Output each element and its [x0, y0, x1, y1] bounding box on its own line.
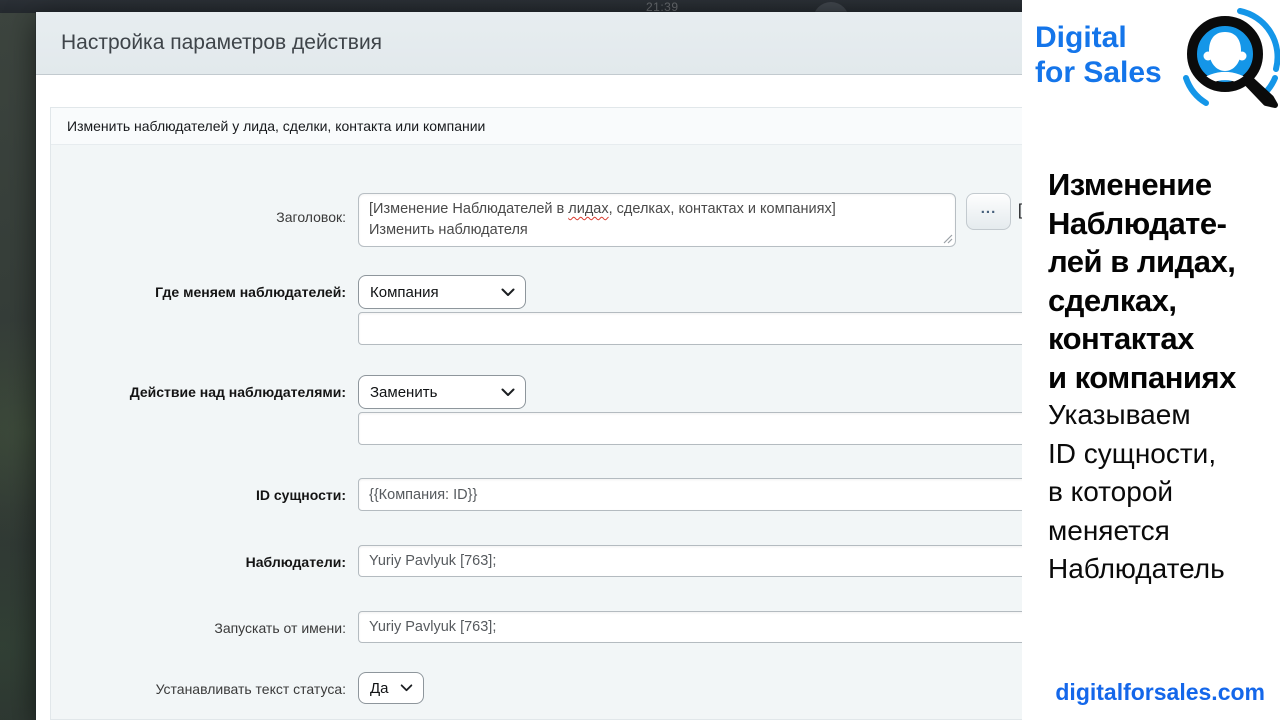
branding-sidebar: Digital for Sales Изменение: [1022, 0, 1280, 720]
heading-line: сделках,: [1048, 282, 1236, 321]
description-line: Указываем: [1048, 396, 1225, 435]
where-extra-input[interactable]: [358, 312, 1058, 345]
dialog-header: Настройка параметров действия: [36, 12, 1116, 75]
heading-line: контактах: [1048, 320, 1236, 359]
chevron-down-icon: [501, 388, 515, 397]
website-link[interactable]: digitalforsales.com: [1055, 679, 1265, 706]
form-row-where-extra: [51, 312, 1115, 345]
action-panel: Изменить наблюдателей у лида, сделки, ко…: [50, 107, 1116, 720]
title-line1-pre: [Изменение Наблюдателей в: [369, 201, 568, 217]
entity-id-input[interactable]: [358, 478, 1058, 511]
chevron-down-icon: [501, 288, 515, 297]
form-row-observers: Наблюдатели:: [51, 545, 1115, 577]
action-select[interactable]: Заменить: [358, 375, 526, 409]
brand-name: Digital for Sales: [1035, 20, 1162, 90]
status-text-select[interactable]: Да: [358, 672, 424, 704]
where-select[interactable]: Компания: [358, 275, 526, 309]
observers-input[interactable]: [358, 545, 1058, 577]
brand-line-2: for Sales: [1035, 55, 1162, 90]
description-line: Наблюдатель: [1048, 550, 1225, 589]
title-label: Заголовок:: [51, 193, 358, 226]
where-label: Где меняем наблюдателей:: [51, 275, 358, 301]
form-row-action-extra: [51, 412, 1115, 445]
action-settings-dialog: Настройка параметров действия Изменить н…: [36, 12, 1116, 720]
status-text-label: Устанавливать текст статуса:: [51, 672, 358, 698]
dialog-title: Настройка параметров действия: [61, 31, 382, 55]
run-as-input[interactable]: [358, 611, 1058, 643]
description-line: меняется: [1048, 512, 1225, 551]
title-textarea[interactable]: [Изменение Наблюдателей в лидах, сделках…: [358, 193, 956, 247]
description-line: ID сущности,: [1048, 435, 1225, 474]
form-row-where: Где меняем наблюдателей: Компания: [51, 275, 1115, 309]
brand-line-1: Digital: [1035, 20, 1162, 55]
form-row-entity-id: ID сущности:: [51, 478, 1115, 511]
heading-line: и компаниях: [1048, 359, 1236, 398]
status-text-select-value: Да: [370, 680, 389, 697]
panel-header-title: Изменить наблюдателей у лида, сделки, ко…: [67, 118, 485, 134]
form-row-action: Действие над наблюдателями: Заменить: [51, 375, 1115, 409]
heading-line: Наблюдате-: [1048, 205, 1236, 244]
form-row-title: Заголовок: [Изменение Наблюдателей в лид…: [51, 193, 1115, 247]
title-field-wrap: [Изменение Наблюдателей в лидах, сделках…: [358, 193, 1022, 247]
run-as-label: Запускать от имени:: [51, 611, 358, 637]
description-line: в которой: [1048, 473, 1225, 512]
dialog-body: Изменить наблюдателей у лида, сделки, ко…: [36, 75, 1116, 720]
observers-label: Наблюдатели:: [51, 545, 358, 571]
insert-value-button[interactable]: ...: [966, 193, 1011, 230]
heading-line: Изменение: [1048, 166, 1236, 205]
title-line1-post: , сделках, контактах и компаниях]: [609, 201, 836, 217]
where-select-value: Компания: [370, 284, 439, 301]
magnifier-face-logo-icon: [1178, 4, 1280, 119]
panel-header: Изменить наблюдателей у лида, сделки, ко…: [51, 108, 1115, 145]
title-line-1: [Изменение Наблюдателей в лидах, сделках…: [369, 199, 945, 220]
title-line-2: Изменить наблюдателя: [369, 220, 945, 241]
sidebar-description: Указываем ID сущности, в которой меняетс…: [1048, 396, 1225, 589]
chevron-down-icon: [400, 684, 413, 692]
entity-id-label: ID сущности:: [51, 478, 358, 504]
heading-line: лей в лидах,: [1048, 243, 1236, 282]
form-row-run-as: Запускать от имени:: [51, 611, 1115, 643]
action-extra-input[interactable]: [358, 412, 1058, 445]
action-label: Действие над наблюдателями:: [51, 375, 358, 401]
resize-grip-icon[interactable]: [943, 234, 953, 244]
action-select-value: Заменить: [370, 384, 437, 401]
sidebar-heading: Изменение Наблюдате- лей в лидах, сделка…: [1048, 166, 1236, 397]
title-line1-misspelled-word: лидах: [568, 201, 608, 217]
panel-form: Заголовок: [Изменение Наблюдателей в лид…: [51, 145, 1115, 704]
form-row-status-text: Устанавливать текст статуса: Да: [51, 672, 1115, 704]
